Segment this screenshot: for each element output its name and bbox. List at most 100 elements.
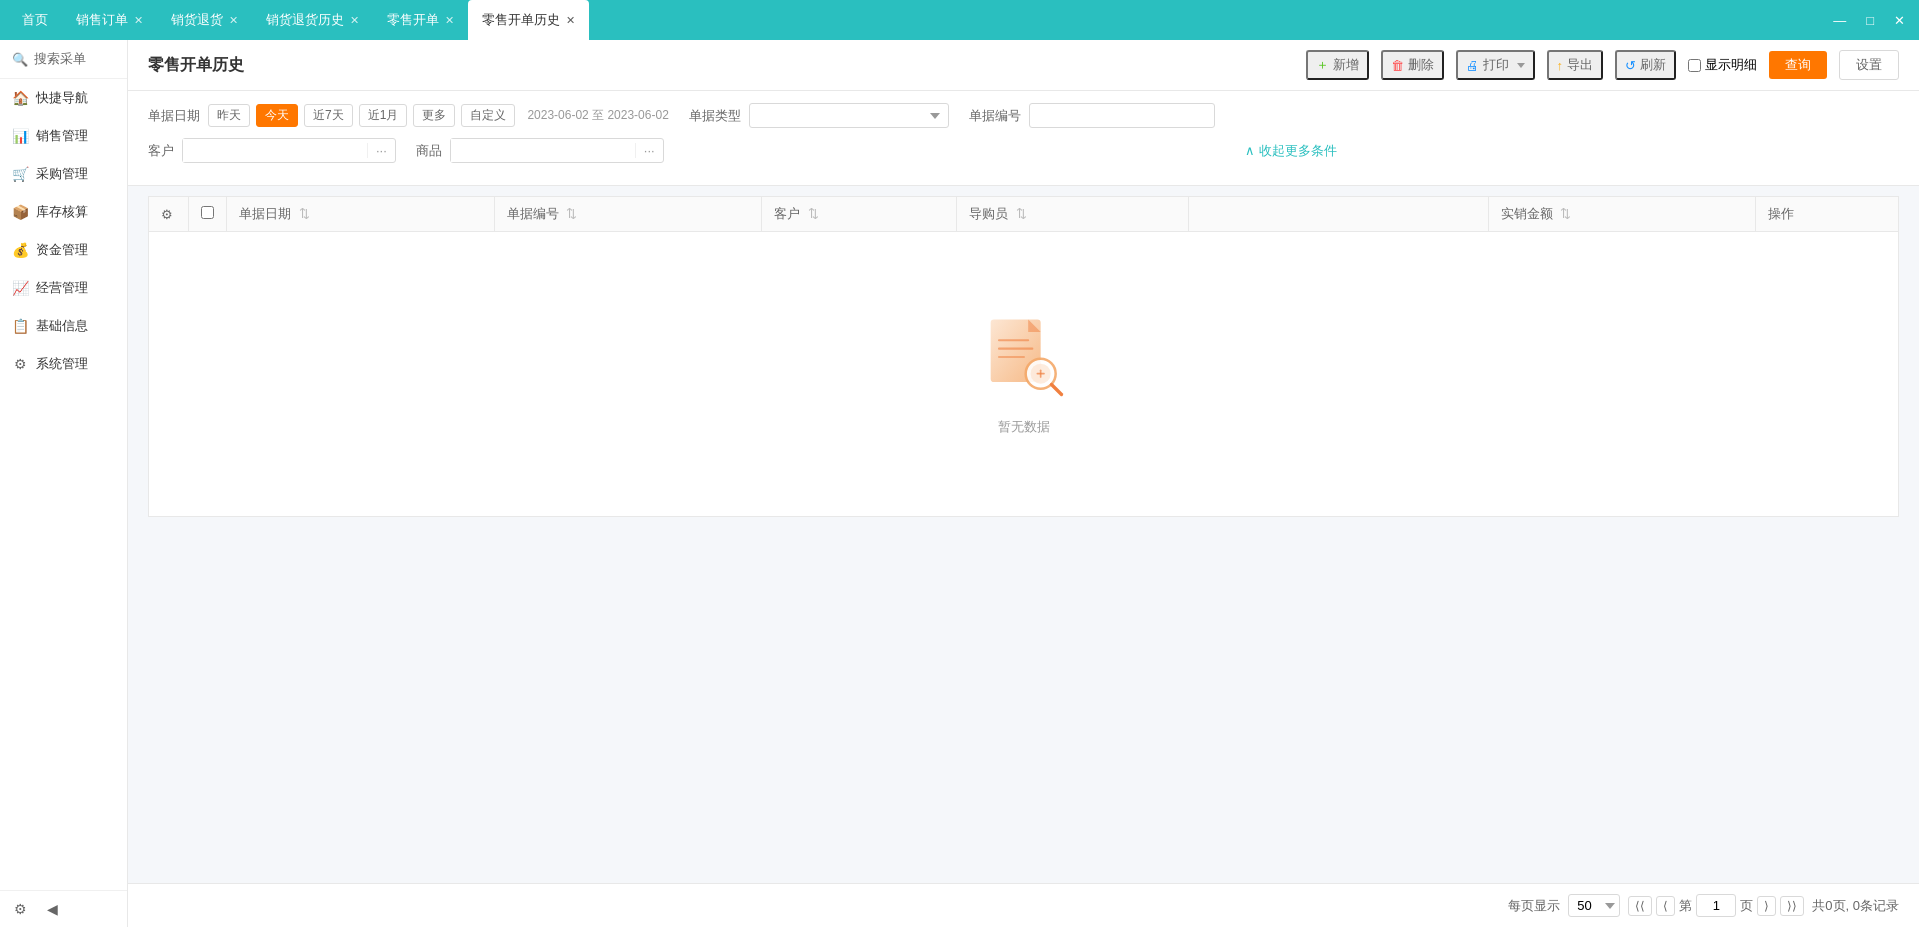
tab-retail-open[interactable]: 零售开单 ✕ xyxy=(373,0,468,40)
tab-home[interactable]: 首页 xyxy=(8,0,62,40)
delete-icon: 🗑 xyxy=(1391,58,1404,73)
amount-sort-icon[interactable]: ⇅ xyxy=(1560,206,1571,221)
settings-icon[interactable]: ⚙ xyxy=(12,901,28,917)
guide-sort-icon[interactable]: ⇅ xyxy=(1016,206,1027,221)
toolbar: ＋ 新增 🗑 删除 🖨 打印 ↑ 导出 ↺ 刷新 xyxy=(1306,50,1900,80)
page-input[interactable] xyxy=(1696,894,1736,917)
plus-icon: ＋ xyxy=(1316,56,1329,74)
bill-type-select[interactable] xyxy=(749,103,949,128)
goods-input-wrapper: ··· xyxy=(450,138,664,163)
custom-date-btn[interactable]: 自定义 xyxy=(461,104,515,127)
add-button[interactable]: ＋ 新增 xyxy=(1306,50,1369,80)
maximize-button[interactable]: □ xyxy=(1860,11,1880,30)
table-body: 暂无数据 xyxy=(149,232,1899,517)
more-date-btn[interactable]: 更多 xyxy=(413,104,455,127)
data-table: ⚙ 单据日期 ⇅ 单据编号 ⇅ xyxy=(148,196,1899,517)
customer-more-btn[interactable]: ··· xyxy=(367,143,395,158)
collapse-btn[interactable]: ∧ 收起更多条件 xyxy=(1245,142,1337,160)
date-shortcuts: 昨天 今天 近7天 近1月 更多 自定义 xyxy=(208,104,515,127)
sidebar-item-finance[interactable]: 💰 资金管理 xyxy=(0,231,127,269)
page-title: 零售开单历史 xyxy=(148,55,244,76)
sidebar-item-base-info[interactable]: 📋 基础信息 xyxy=(0,307,127,345)
collapse-icon[interactable]: ◀ xyxy=(44,901,60,917)
date-filter-group: 单据日期 昨天 今天 近7天 近1月 更多 自定义 2023-06-02 至 2… xyxy=(148,104,669,127)
first-page-button[interactable]: ⟨⟨ xyxy=(1628,896,1652,916)
refresh-button[interactable]: ↺ 刷新 xyxy=(1615,50,1676,80)
page-size-select[interactable]: 20 50 100 200 xyxy=(1568,894,1620,917)
minimize-button[interactable]: — xyxy=(1827,11,1852,30)
customer-input[interactable] xyxy=(183,139,367,162)
svg-line-7 xyxy=(1051,385,1061,395)
total-info: 共0页, 0条记录 xyxy=(1812,897,1899,915)
date-range-text: 2023-06-02 至 2023-06-02 xyxy=(527,107,668,124)
box-icon: 📦 xyxy=(12,204,28,220)
empty-state: 暂无数据 xyxy=(149,232,1898,516)
sidebar-bottom: ⚙ ◀ xyxy=(0,890,127,927)
tab-sales-return[interactable]: 销货退货 ✕ xyxy=(157,0,252,40)
page-nav: ⟨⟨ ⟨ 第 页 ⟩ ⟩⟩ xyxy=(1628,894,1804,917)
query-button[interactable]: 查询 xyxy=(1769,51,1827,79)
tab-sales-return-history-close[interactable]: ✕ xyxy=(350,14,359,27)
table-header: ⚙ 单据日期 ⇅ 单据编号 ⇅ xyxy=(149,197,1899,232)
gear-icon: ⚙ xyxy=(12,356,28,372)
sidebar-item-inventory[interactable]: 📦 库存核算 xyxy=(0,193,127,231)
select-all-checkbox[interactable] xyxy=(201,206,214,219)
page-size-label: 每页显示 xyxy=(1508,897,1560,915)
table-settings-icon[interactable]: ⚙ xyxy=(161,207,173,222)
tab-sales-order-close[interactable]: ✕ xyxy=(134,14,143,27)
tab-sales-return-close[interactable]: ✕ xyxy=(229,14,238,27)
date-sort-icon[interactable]: ⇅ xyxy=(299,206,310,221)
tab-sales-order[interactable]: 销售订单 ✕ xyxy=(62,0,157,40)
tab-retail-open-close[interactable]: ✕ xyxy=(445,14,454,27)
no-sort-icon[interactable]: ⇅ xyxy=(566,206,577,221)
settings-button[interactable]: 设置 xyxy=(1839,50,1899,80)
filter-row-2: 客户 ··· 商品 ··· ∧ xyxy=(148,138,1899,163)
close-button[interactable]: ✕ xyxy=(1888,11,1911,30)
empty-illustration xyxy=(974,312,1074,402)
info-icon: 📋 xyxy=(12,318,28,334)
sidebar-item-purchase-mgmt[interactable]: 🛒 采购管理 xyxy=(0,155,127,193)
th-date: 单据日期 ⇅ xyxy=(227,197,495,232)
tab-bar: 首页 销售订单 ✕ 销货退货 ✕ 销货退货历史 ✕ 零售开单 ✕ 零售开单历史 … xyxy=(0,0,1919,40)
goods-filter-group: 商品 ··· xyxy=(416,138,664,163)
delete-button[interactable]: 🗑 删除 xyxy=(1381,50,1444,80)
display-detail-checkbox-label[interactable]: 显示明细 xyxy=(1688,56,1757,74)
sidebar-item-sales-mgmt[interactable]: 📊 销售管理 xyxy=(0,117,127,155)
customer-sort-icon[interactable]: ⇅ xyxy=(808,206,819,221)
home-icon: 🏠 xyxy=(12,90,28,106)
tab-retail-open-history-close[interactable]: ✕ xyxy=(566,14,575,27)
page-header: 零售开单历史 ＋ 新增 🗑 删除 🖨 打印 ↑ 导出 xyxy=(128,40,1919,91)
tab-retail-open-history[interactable]: 零售开单历史 ✕ xyxy=(468,0,589,40)
bill-no-input[interactable] xyxy=(1029,103,1215,128)
yesterday-btn[interactable]: 昨天 xyxy=(208,104,250,127)
page-label: 第 xyxy=(1679,897,1692,915)
goods-input[interactable] xyxy=(451,139,635,162)
content-area: 零售开单历史 ＋ 新增 🗑 删除 🖨 打印 ↑ 导出 xyxy=(128,40,1919,927)
last7days-btn[interactable]: 近7天 xyxy=(304,104,353,127)
main-layout: 🔍 搜索采单 🏠 快捷导航 📊 销售管理 🛒 采购管理 📦 库存核算 💰 资金管… xyxy=(0,40,1919,927)
last-month-btn[interactable]: 近1月 xyxy=(359,104,408,127)
next-page-button[interactable]: ⟩ xyxy=(1757,896,1776,916)
filter-area: 单据日期 昨天 今天 近7天 近1月 更多 自定义 2023-06-02 至 2… xyxy=(128,91,1919,186)
cart-icon: 🛒 xyxy=(12,166,28,182)
print-icon: 🖨 xyxy=(1466,58,1479,73)
sidebar-item-quick-nav[interactable]: 🏠 快捷导航 xyxy=(0,79,127,117)
customer-input-wrapper: ··· xyxy=(182,138,396,163)
prev-page-button[interactable]: ⟨ xyxy=(1656,896,1675,916)
th-amount xyxy=(1188,197,1488,232)
display-detail-checkbox[interactable] xyxy=(1688,59,1701,72)
today-btn[interactable]: 今天 xyxy=(256,104,298,127)
chart-icon: 📊 xyxy=(12,128,28,144)
sidebar-search[interactable]: 🔍 搜索采单 xyxy=(0,40,127,79)
last-page-button[interactable]: ⟩⟩ xyxy=(1780,896,1804,916)
tab-sales-return-history[interactable]: 销货退货历史 ✕ xyxy=(252,0,373,40)
export-button[interactable]: ↑ 导出 xyxy=(1547,50,1604,80)
print-button[interactable]: 🖨 打印 xyxy=(1456,50,1535,80)
money-icon: 💰 xyxy=(12,242,28,258)
sidebar-item-operations[interactable]: 📈 经营管理 xyxy=(0,269,127,307)
sidebar-item-sys-mgmt[interactable]: ⚙ 系统管理 xyxy=(0,345,127,383)
goods-more-btn[interactable]: ··· xyxy=(635,143,663,158)
th-checkbox xyxy=(189,197,227,232)
empty-text: 暂无数据 xyxy=(998,418,1050,436)
window-controls: — □ ✕ xyxy=(1827,11,1911,30)
